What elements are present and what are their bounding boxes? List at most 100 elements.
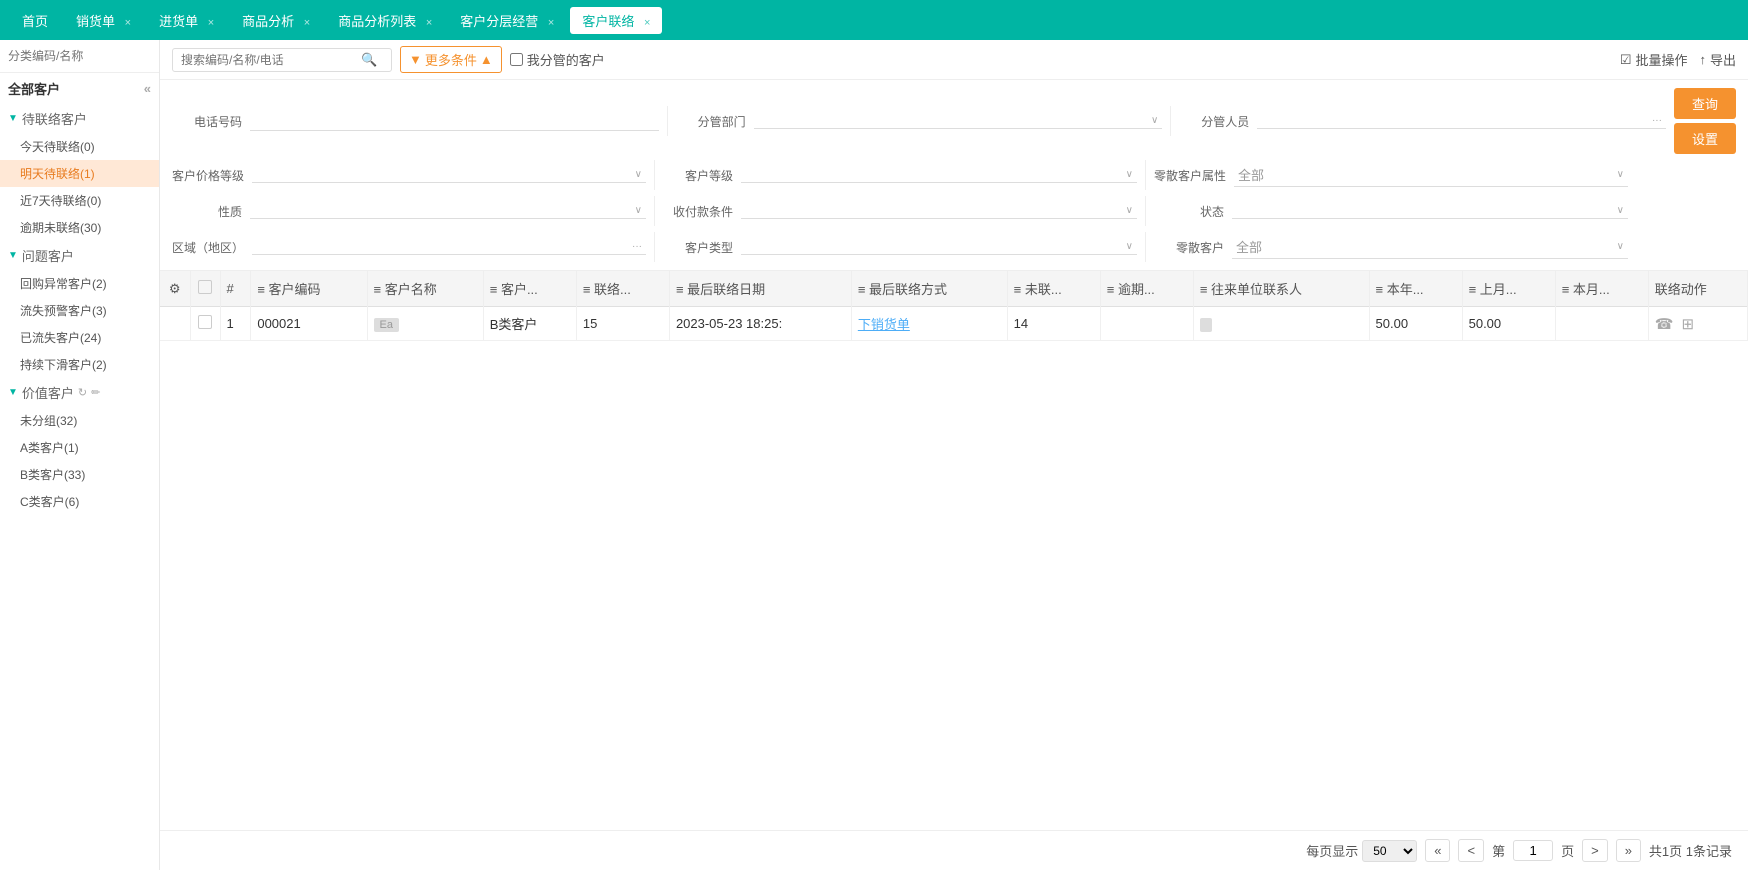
export-btn[interactable]: ↑ 导出 — [1699, 50, 1736, 69]
table-header-row: ⚙ # ≡ 客户编码 ≡ 客户名称 ≡ 客户... ≡ 联络... ≡ 最后联络… — [160, 271, 1748, 307]
search-icon[interactable]: 🔍 — [361, 52, 377, 68]
header-checkbox[interactable] — [198, 280, 212, 294]
sidebar-item-class-c[interactable]: C类客户(6) — [0, 488, 159, 515]
prev-page-btn[interactable]: < — [1458, 839, 1484, 862]
col-seq-header: # — [220, 271, 251, 307]
next-page-btn[interactable]: > — [1582, 839, 1608, 862]
nature-chevron-icon: ∨ — [635, 205, 642, 216]
nav-sales[interactable]: 销货单 × — [64, 7, 143, 34]
checkbox-icon: ☑ — [1620, 52, 1632, 68]
close-product-analysis-list-icon[interactable]: × — [426, 17, 432, 29]
sidebar-item-churn-warning[interactable]: 流失预警客户(3) — [0, 297, 159, 324]
problem-customers-group[interactable]: ▼ 问题客户 — [0, 241, 159, 270]
close-product-analysis-icon[interactable]: × — [304, 17, 310, 29]
row-action: ☎ ⊞ — [1648, 307, 1747, 341]
last-page-btn[interactable]: » — [1616, 839, 1641, 862]
filter-region: 区域（地区） ··· — [172, 239, 646, 256]
nature-select[interactable]: ∨ — [250, 203, 646, 219]
retail-attr-select[interactable]: 全部 ∨ — [1234, 163, 1628, 187]
value-customers-label: 价值客户 — [22, 383, 74, 402]
sidebar-item-class-b[interactable]: B类客户(33) — [0, 461, 159, 488]
dept-label: 分管部门 — [676, 113, 746, 130]
row-last-month: 50.00 — [1462, 307, 1555, 341]
phone-input[interactable] — [250, 112, 659, 131]
row-code: 000021 — [251, 307, 367, 341]
status-chevron-icon: ∨ — [1617, 205, 1624, 216]
phone-action-icon[interactable]: ☎ — [1655, 315, 1674, 333]
refresh-icon[interactable]: ↻ — [78, 386, 87, 399]
sidebar-item-overdue-pending[interactable]: 逾期未联络(30) — [0, 214, 159, 241]
customer-level-chevron-icon: ∨ — [1126, 169, 1133, 180]
row-seq: 1 — [220, 307, 251, 341]
my-customers-checkbox[interactable] — [510, 53, 523, 66]
region-select[interactable]: ··· — [252, 239, 646, 255]
close-sales-icon[interactable]: × — [125, 17, 131, 29]
price-level-select[interactable]: ∨ — [252, 167, 646, 183]
sidebar-item-declining[interactable]: 持续下滑客户(2) — [0, 351, 159, 378]
nav-product-analysis[interactable]: 商品分析 × — [230, 7, 322, 34]
grid-action-icon[interactable]: ⊞ — [1681, 315, 1694, 333]
col-overdue-header: ≡ 逾期... — [1100, 271, 1193, 307]
nav-home[interactable]: 首页 — [10, 7, 60, 34]
filter-department: 分管部门 ∨ — [676, 113, 1163, 130]
data-table-area: ⚙ # ≡ 客户编码 ≡ 客户名称 ≡ 客户... ≡ 联络... ≡ 最后联络… — [160, 271, 1748, 830]
manager-select[interactable]: ··· — [1257, 113, 1666, 129]
batch-op-btn[interactable]: ☑ 批量操作 — [1620, 50, 1688, 69]
all-customers-header[interactable]: 全部客户 « — [0, 73, 159, 104]
sidebar-item-ungrouped[interactable]: 未分组(32) — [0, 407, 159, 434]
table-row: 1 000021 Ea B类客户 15 2023-05-23 18:25: 下销… — [160, 307, 1748, 341]
nav-product-analysis-list[interactable]: 商品分析列表 × — [326, 7, 444, 34]
page-number-input[interactable] — [1513, 840, 1553, 861]
edit-icon[interactable]: ✏ — [91, 386, 100, 399]
sidebar-item-churned[interactable]: 已流失客户(24) — [0, 324, 159, 351]
first-page-btn[interactable]: « — [1425, 839, 1450, 862]
sidebar-item-7days-pending[interactable]: 近7天待联络(0) — [0, 187, 159, 214]
nav-purchase[interactable]: 进货单 × — [147, 7, 226, 34]
chevron-up-icon: ▲ — [480, 52, 493, 67]
filter-price-level: 客户价格等级 ∨ — [172, 167, 646, 184]
last-contact-method-link[interactable]: 下销货单 — [858, 317, 910, 332]
collapse-icon[interactable]: « — [144, 81, 151, 96]
col-settings-header[interactable]: ⚙ — [160, 271, 190, 307]
retail-attr-value: 全部 — [1238, 165, 1264, 184]
row-name: Ea — [367, 307, 483, 341]
close-customer-contact-icon[interactable]: × — [644, 17, 650, 29]
row-unit-contact — [1193, 307, 1369, 341]
close-customer-stratification-icon[interactable]: × — [548, 17, 554, 29]
filter-bar: 🔍 ▼ 更多条件 ▲ 我分管的客户 ☑ 批量操作 ↑ 导出 — [160, 40, 1748, 80]
filter-icon: ▼ — [409, 52, 422, 67]
triangle-down-icon2: ▼ — [8, 250, 18, 261]
price-level-label: 客户价格等级 — [172, 167, 244, 184]
reset-button[interactable]: 设置 — [1674, 123, 1736, 154]
per-page-select[interactable]: 50 100 200 — [1362, 840, 1417, 862]
query-button[interactable]: 查询 — [1674, 88, 1736, 119]
close-purchase-icon[interactable]: × — [208, 17, 214, 29]
sidebar-item-tomorrow-pending[interactable]: 明天待联络(1) — [0, 160, 159, 187]
my-customers-checkbox-area: 我分管的客户 — [510, 50, 605, 69]
row-settings-cell — [160, 307, 190, 341]
col-last-contact-date-header: ≡ 最后联络日期 — [669, 271, 851, 307]
row-checkbox[interactable] — [198, 315, 212, 329]
sidebar-item-today-pending[interactable]: 今天待联络(0) — [0, 133, 159, 160]
search-input[interactable] — [181, 53, 361, 67]
nav-customer-contact[interactable]: 客户联络 × — [570, 7, 662, 34]
page-label: 第 — [1492, 841, 1505, 860]
dept-select[interactable]: ∨ — [754, 113, 1163, 129]
retail-attr-label: 零散客户属性 — [1154, 167, 1226, 184]
status-select[interactable]: ∨ — [1232, 203, 1628, 219]
customer-type-select[interactable]: ∨ — [741, 239, 1137, 255]
retail-customer-label: 零散客户 — [1154, 239, 1224, 256]
more-conditions-btn[interactable]: ▼ 更多条件 ▲ — [400, 46, 502, 73]
region-label: 区域（地区） — [172, 239, 244, 256]
filter-customer-type: 客户类型 ∨ — [663, 239, 1137, 256]
sidebar-search-input[interactable] — [8, 49, 160, 63]
sidebar-item-class-a[interactable]: A类客户(1) — [0, 434, 159, 461]
pending-contact-group[interactable]: ▼ 待联络客户 — [0, 104, 159, 133]
payment-terms-select[interactable]: ∨ — [741, 203, 1137, 219]
value-customers-group[interactable]: ▼ 价值客户 ↻ ✏ — [0, 378, 159, 407]
sidebar-item-abnormal-repurchase[interactable]: 回购异常客户(2) — [0, 270, 159, 297]
advanced-filter-panel: 电话号码 分管部门 ∨ 分管人员 ··· — [160, 80, 1748, 271]
retail-customer-select[interactable]: 全部 ∨ — [1232, 235, 1628, 259]
nav-customer-stratification[interactable]: 客户分层经营 × — [448, 7, 566, 34]
customer-level-select[interactable]: ∨ — [741, 167, 1137, 183]
